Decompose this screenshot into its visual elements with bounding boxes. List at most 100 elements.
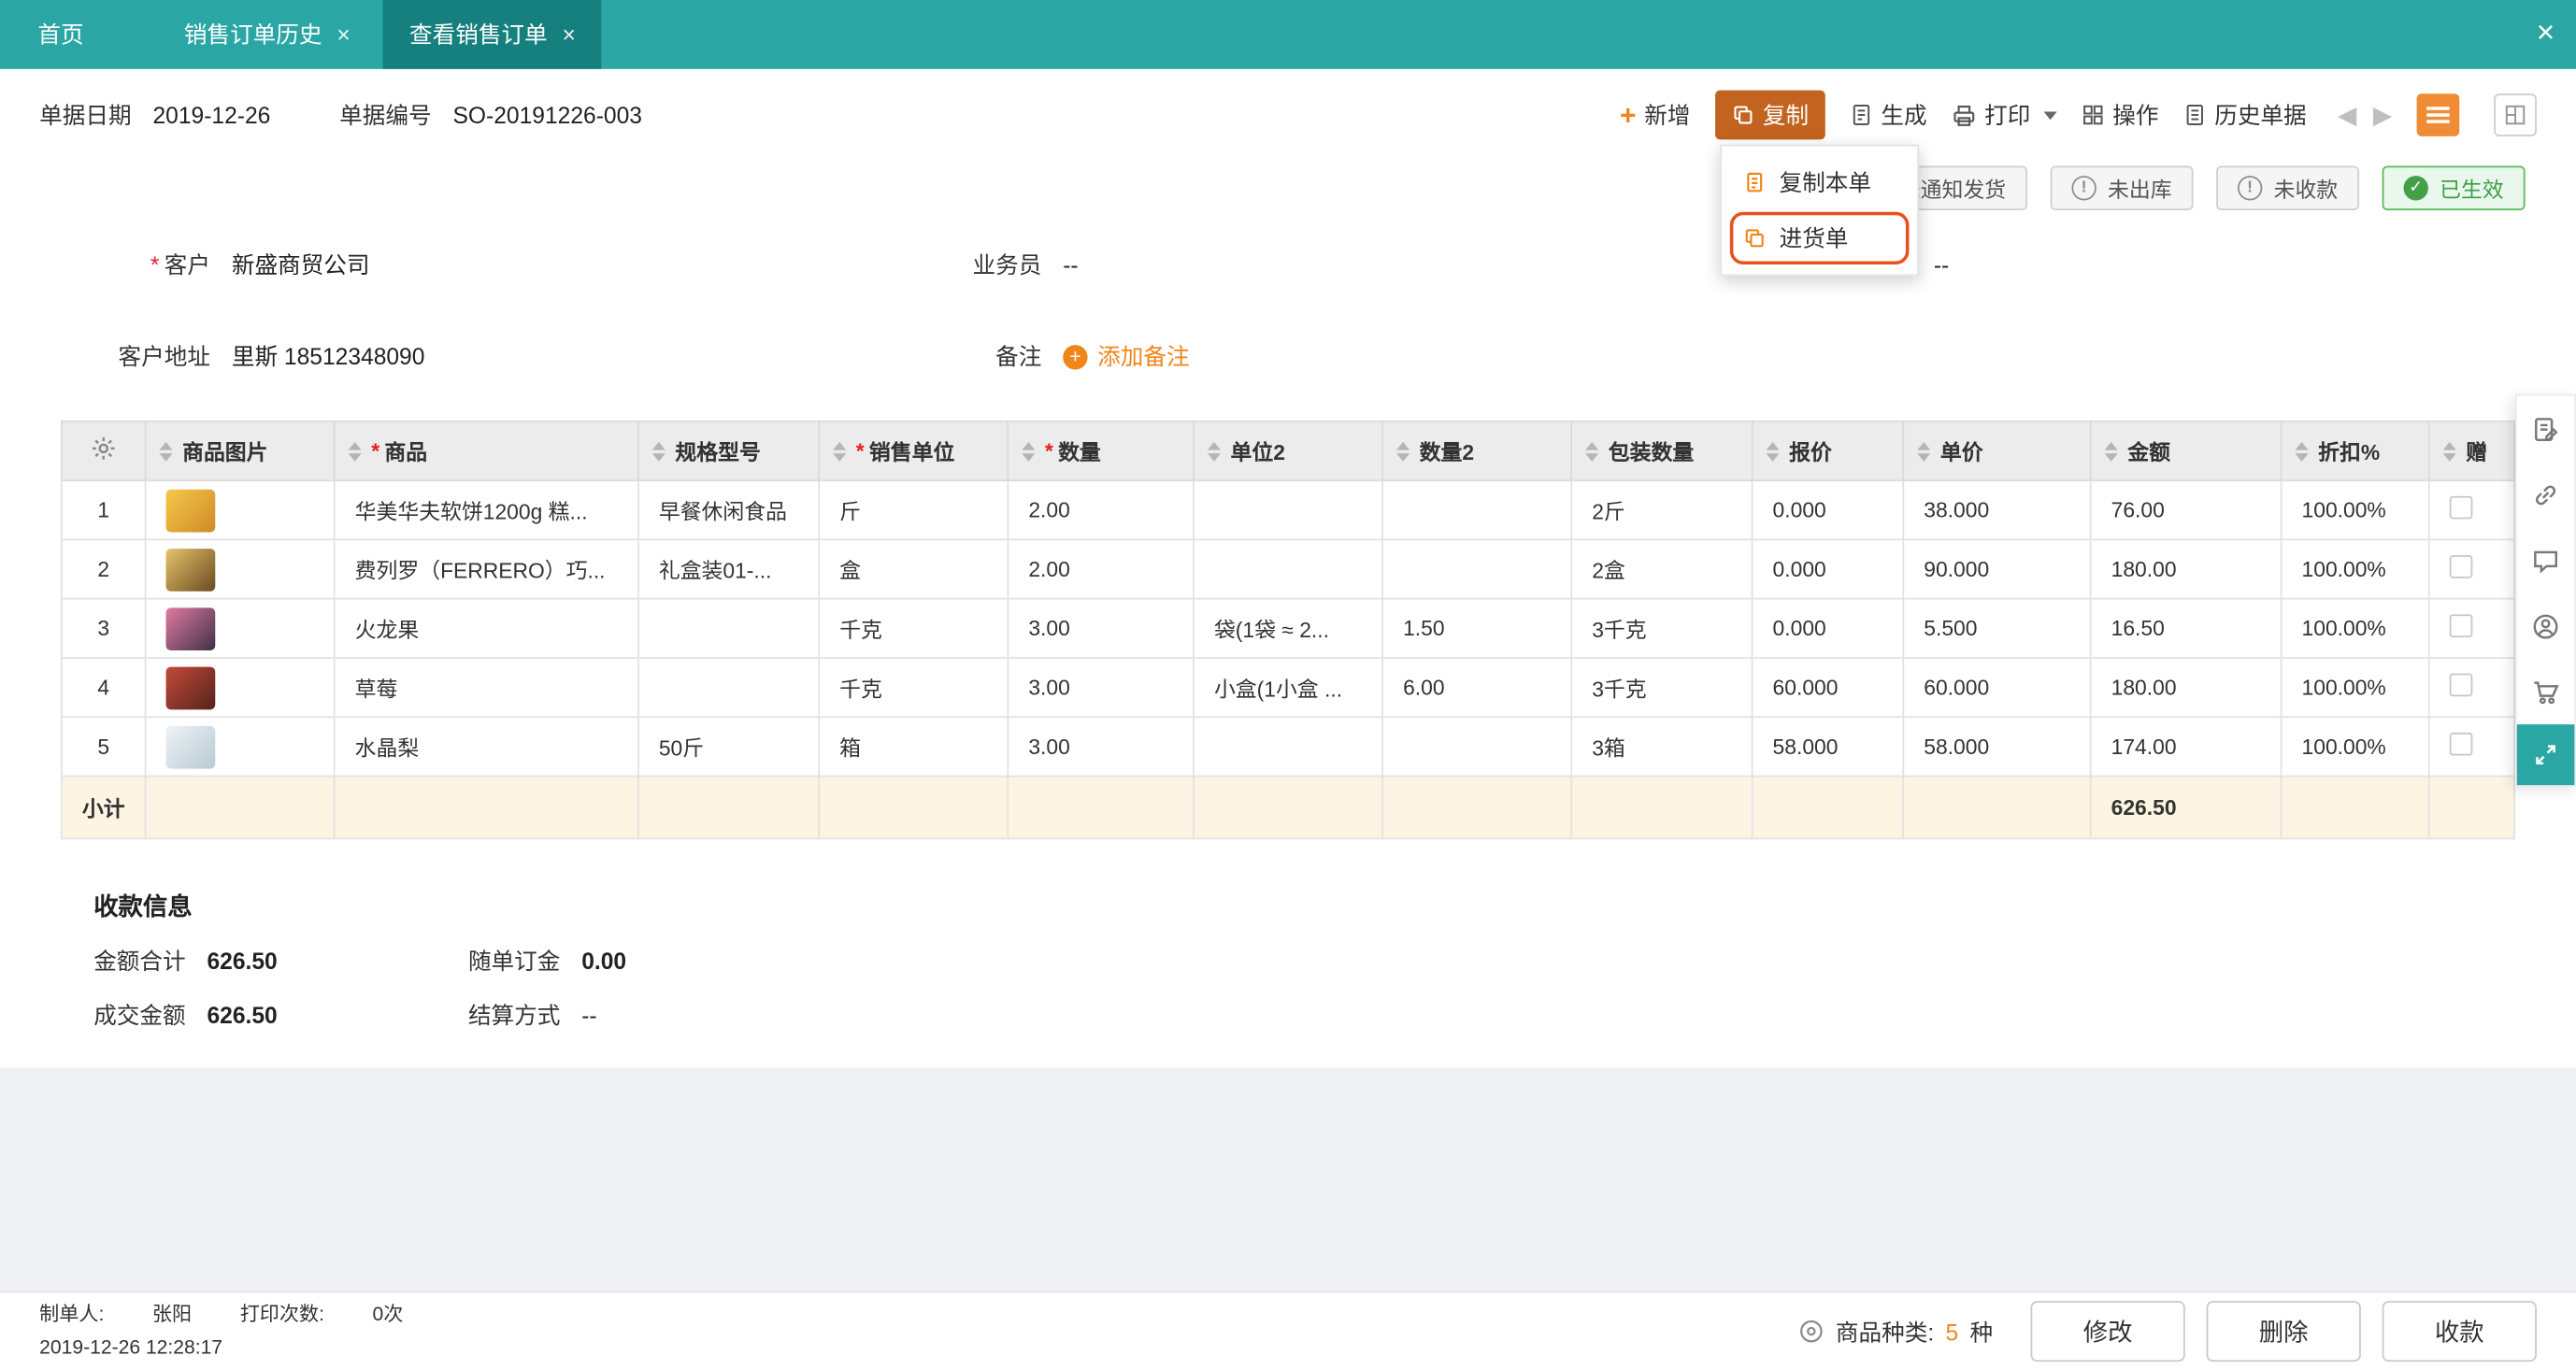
col-spec[interactable]: 规格型号 [637, 420, 821, 482]
cell-product: 华美华夫软饼1200g 糕... [333, 479, 639, 541]
top-tab-bar: 首页 销售订单历史 × 查看销售订单 × × [0, 0, 2576, 69]
col-sales-unit[interactable]: * 销售单位 [818, 420, 1009, 482]
sort-icon[interactable] [2442, 440, 2456, 462]
col-product[interactable]: * 商品 [333, 420, 639, 482]
doc-copy-icon [1747, 172, 1763, 193]
history-documents-button[interactable]: 历史单据 [2183, 98, 2307, 131]
sort-icon[interactable] [1396, 440, 1410, 462]
list-view-toggle[interactable] [2416, 93, 2460, 136]
add-remark-button[interactable]: + 添加备注 [1063, 340, 1190, 373]
sort-icon[interactable] [1207, 440, 1221, 462]
cell-qty: 3.00 [1007, 657, 1195, 719]
product-image-cell [144, 597, 336, 659]
sort-icon[interactable] [1917, 440, 1931, 462]
menu-item-copy-this-order[interactable]: 复制本单 [1722, 154, 1917, 210]
cell-spec [637, 657, 821, 719]
add-button[interactable]: + 新增 [1620, 98, 1690, 131]
sort-icon[interactable] [651, 440, 665, 462]
customer-address-value[interactable]: 里斯 18512348090 [232, 340, 425, 373]
sort-icon[interactable] [833, 440, 847, 462]
cell-spec: 50斤 [637, 716, 821, 778]
product-image-cell [144, 657, 336, 719]
product-image[interactable] [165, 725, 216, 768]
add-label: 新增 [1644, 101, 1691, 129]
order-form-tool[interactable] [2517, 396, 2575, 462]
next-record-icon[interactable]: ▶ [2373, 100, 2392, 130]
gift-checkbox[interactable] [2449, 732, 2473, 756]
link-tool[interactable] [2517, 462, 2575, 527]
table-row: 1 华美华夫软饼1200g 糕... 早餐休闲食品斤 2.00 2斤 0.000 38.00… [61, 479, 2516, 541]
col-unit2[interactable]: 单位2 [1193, 420, 1383, 482]
col-quantity2[interactable]: 数量2 [1381, 420, 1573, 482]
footer-bar: 制单人: 张阳 打印次数: 0次 2019-12-26 12:28:17 商品种… [0, 1291, 2576, 1370]
tab-sales-order-history[interactable]: 销售订单历史 × [158, 0, 377, 69]
delete-button[interactable]: 删除 [2206, 1301, 2361, 1363]
sort-icon[interactable] [2104, 440, 2118, 462]
table-row: 3 火龙果 千克 3.00 袋(1袋 ≈ 2... 1.50 3千克 0.000 5.500 16… [61, 597, 2516, 659]
status-badge-not-paid: ! 未收款 [2216, 164, 2360, 210]
deal-amount-field: 成交金额 626.50 [93, 999, 468, 1032]
operations-button[interactable]: 操作 [2082, 98, 2158, 131]
cell-unit: 盒 [818, 538, 1009, 600]
table-settings-button[interactable] [61, 420, 147, 482]
sort-icon[interactable] [1766, 440, 1780, 462]
expand-panel-button[interactable] [2516, 724, 2575, 786]
col-amount[interactable]: 金额 [2089, 420, 2283, 482]
product-image[interactable] [165, 488, 216, 532]
product-image[interactable] [165, 607, 216, 650]
copy-button[interactable]: 复制 [1714, 90, 1825, 140]
toolbar-actions: + 新增 复制 生成 打印 操作 历史单据 ◀ ▶ [1620, 90, 2537, 140]
window-close-icon[interactable]: × [2537, 0, 2555, 69]
menu-item-purchase-order[interactable]: 进货单 [1729, 211, 1910, 264]
cell-unit2: 小盒(1小盒 ... [1193, 657, 1383, 719]
message-tool[interactable] [2517, 527, 2575, 592]
sort-icon[interactable] [159, 440, 173, 462]
col-unit-price[interactable]: 单价 [1902, 420, 2092, 482]
delivery-date-value[interactable]: -- [1934, 251, 1949, 278]
sort-icon[interactable] [1585, 440, 1599, 462]
customer-value[interactable]: 新盛商贸公司 [232, 248, 370, 280]
print-button[interactable]: 打印 [1952, 98, 2057, 131]
product-image[interactable] [165, 665, 216, 709]
salesman-value[interactable]: -- [1063, 251, 1078, 278]
cell-qty: 3.00 [1007, 597, 1195, 659]
person-icon [2533, 613, 2558, 638]
sort-icon[interactable] [1022, 440, 1036, 462]
table-header-row: 商品图片 * 商品 规格型号 * 销售单位 * 数量 单位2 数量2 包装数量 报价 … [61, 420, 2516, 482]
cell-product: 费列罗（FERRERO）巧... [333, 538, 639, 600]
message-icon [2534, 549, 2557, 573]
col-product-image[interactable]: 商品图片 [144, 420, 336, 482]
sort-icon[interactable] [348, 440, 362, 462]
col-gift[interactable]: 赠 [2427, 420, 2516, 482]
col-discount[interactable]: 折扣% [2280, 420, 2430, 482]
sort-icon[interactable] [2295, 440, 2309, 462]
col-quote[interactable]: 报价 [1751, 420, 1905, 482]
receive-payment-button[interactable]: 收款 [2382, 1301, 2537, 1363]
sku-count: 5 [1945, 1318, 1959, 1345]
table-row: 2 费列罗（FERRERO）巧... 礼盒装01-... 盒 2.00 2盒 0.000 90… [61, 538, 2516, 600]
tab-close-icon[interactable]: × [336, 21, 350, 48]
contact-tool[interactable] [2517, 593, 2575, 659]
row-number: 5 [61, 716, 147, 778]
modify-button[interactable]: 修改 [2030, 1301, 2185, 1363]
expand-icon [2536, 745, 2555, 764]
status-badge-effective: ✓ 已生效 [2382, 164, 2526, 210]
gift-checkbox[interactable] [2449, 555, 2473, 578]
status-badge-label: 未收款 [2273, 176, 2339, 202]
product-image[interactable] [165, 548, 216, 591]
gift-checkbox[interactable] [2449, 614, 2473, 637]
cell-qty2 [1381, 716, 1573, 778]
generate-button[interactable]: 生成 [1850, 98, 1927, 131]
tab-view-sales-order[interactable]: 查看销售订单 × [382, 0, 602, 69]
gift-checkbox[interactable] [2449, 673, 2473, 697]
add-remark-label: 添加备注 [1097, 343, 1190, 370]
col-package-qty[interactable]: 包装数量 [1570, 420, 1753, 482]
cart-tool[interactable] [2517, 659, 2575, 724]
prev-record-icon[interactable]: ◀ [2338, 100, 2356, 130]
tab-home[interactable]: 首页 [0, 0, 122, 69]
col-quantity[interactable]: * 数量 [1007, 420, 1195, 482]
gift-checkbox[interactable] [2449, 495, 2473, 520]
grid-view-toggle[interactable] [2494, 93, 2537, 136]
sku-count-info: 商品种类: 5 种 [1799, 1315, 1993, 1348]
tab-close-icon[interactable]: × [562, 21, 575, 48]
